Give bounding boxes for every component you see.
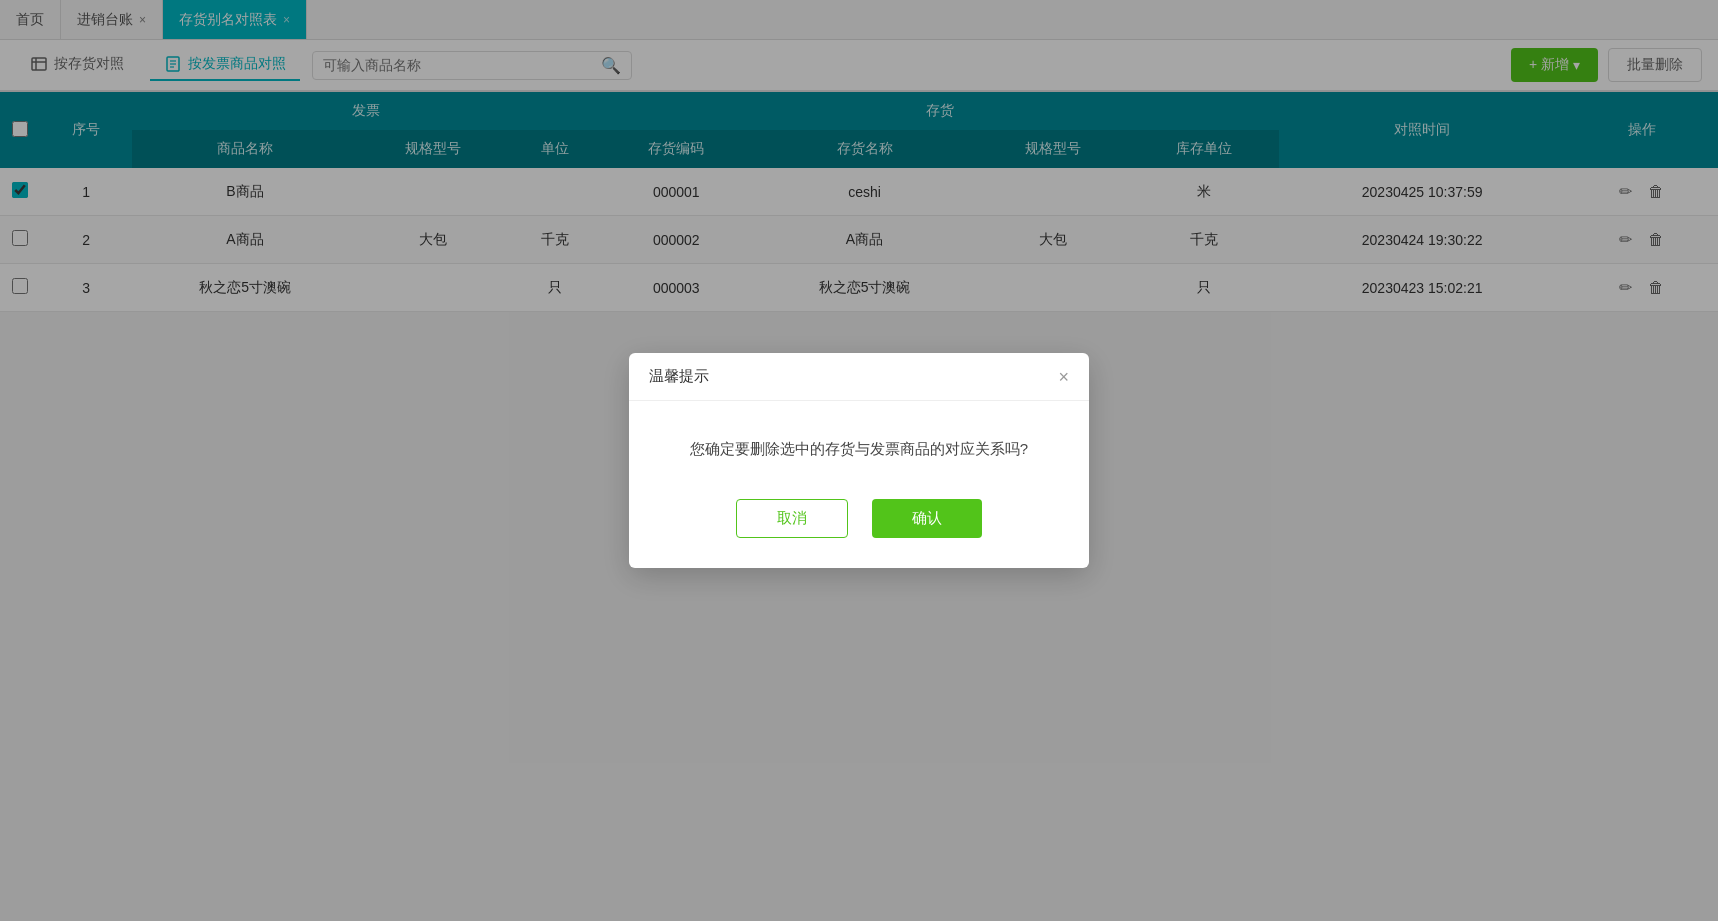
dialog-overlay: 温馨提示 × 您确定要删除选中的存货与发票商品的对应关系吗? 取消 确认	[0, 0, 1718, 312]
